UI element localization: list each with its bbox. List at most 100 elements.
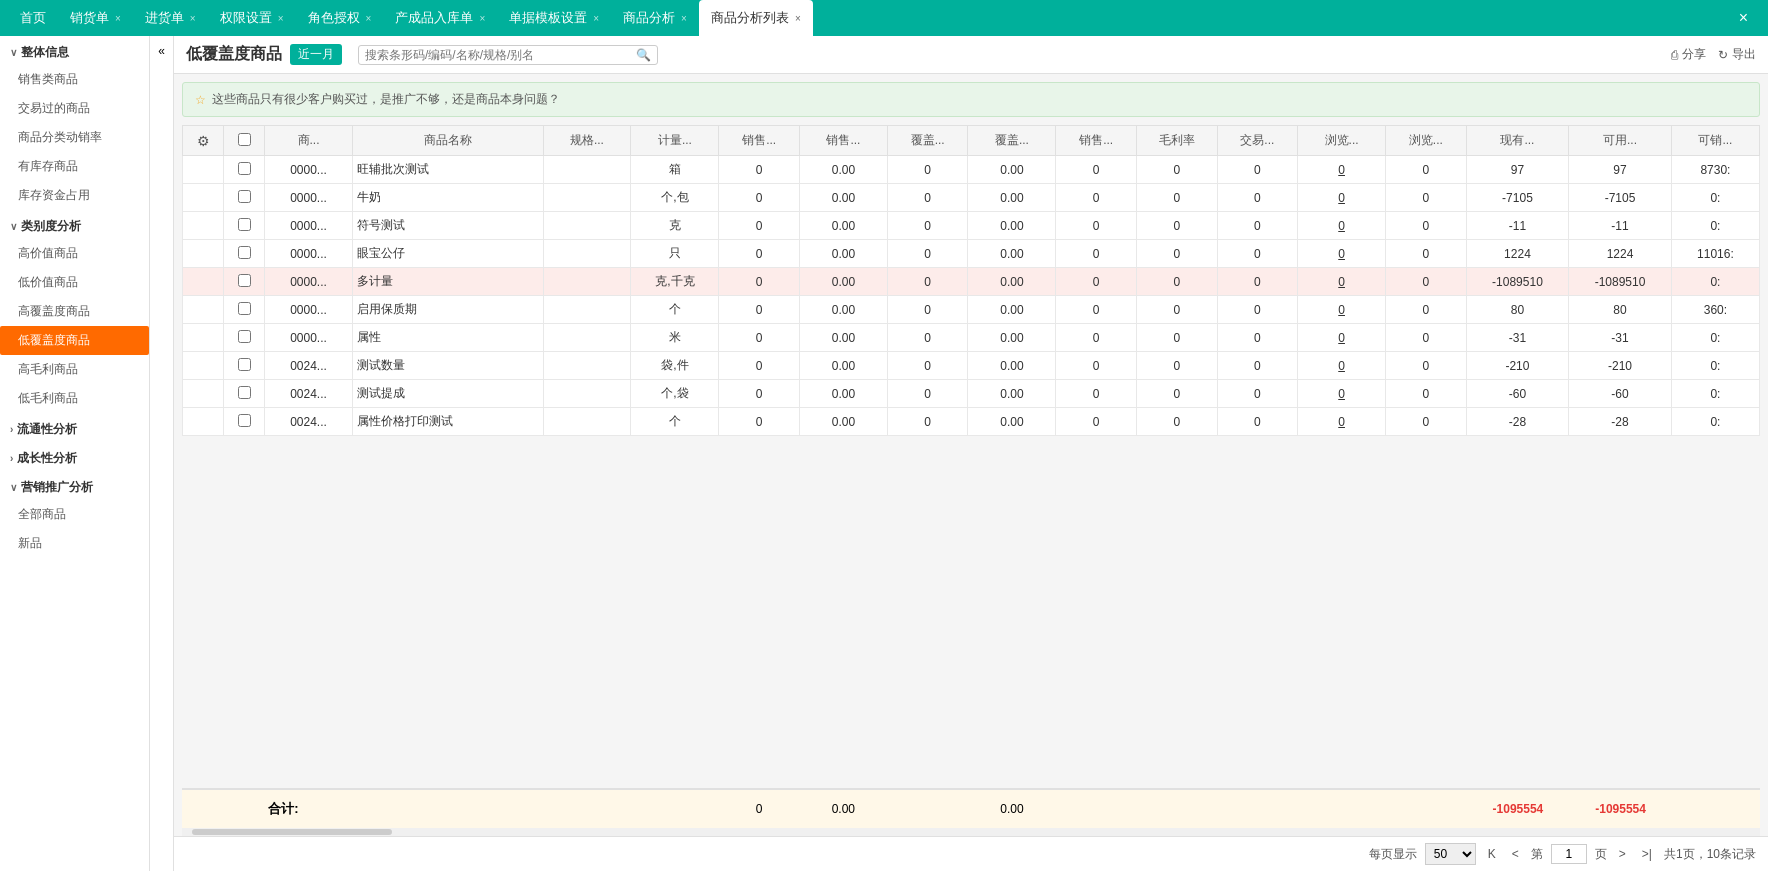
- browse1-link-5[interactable]: 0: [1338, 303, 1345, 317]
- nav-role-auth[interactable]: 角色授权 ×: [296, 0, 384, 36]
- sidebar-item-sales-goods[interactable]: 销售类商品: [0, 65, 149, 94]
- col-header-margin[interactable]: 毛利率: [1136, 126, 1217, 156]
- col-header-current[interactable]: 现有...: [1466, 126, 1569, 156]
- close-purchase-icon[interactable]: ×: [190, 13, 196, 24]
- browse1-link-4[interactable]: 0: [1338, 275, 1345, 289]
- sidebar-item-low-margin[interactable]: 低毛利商品: [0, 384, 149, 413]
- scroll-thumb[interactable]: [192, 829, 392, 835]
- search-input[interactable]: [365, 48, 636, 62]
- sidebar-item-high-margin[interactable]: 高毛利商品: [0, 355, 149, 384]
- row-settings-7[interactable]: [183, 352, 224, 380]
- col-header-transaction[interactable]: 交易...: [1217, 126, 1298, 156]
- browse1-link-0[interactable]: 0: [1338, 163, 1345, 177]
- row-browse1-9[interactable]: 0: [1298, 408, 1386, 436]
- row-check-5[interactable]: [224, 296, 265, 324]
- nav-goods-analysis[interactable]: 商品分析 ×: [611, 0, 699, 36]
- last-page-button[interactable]: >|: [1638, 845, 1656, 863]
- row-checkbox-8[interactable]: [238, 386, 251, 399]
- sidebar-group-marketing[interactable]: ∨ 营销推广分析: [0, 471, 149, 500]
- sidebar-item-inventory-capital[interactable]: 库存资金占用: [0, 181, 149, 210]
- window-close-button[interactable]: ×: [1727, 9, 1760, 27]
- row-browse1-4[interactable]: 0: [1298, 268, 1386, 296]
- col-header-spec[interactable]: 规格...: [543, 126, 631, 156]
- sidebar-item-all-goods[interactable]: 全部商品: [0, 500, 149, 529]
- first-page-button[interactable]: K: [1484, 845, 1500, 863]
- row-check-2[interactable]: [224, 212, 265, 240]
- browse1-link-2[interactable]: 0: [1338, 219, 1345, 233]
- close-permissions-icon[interactable]: ×: [278, 13, 284, 24]
- row-browse1-5[interactable]: 0: [1298, 296, 1386, 324]
- row-browse1-3[interactable]: 0: [1298, 240, 1386, 268]
- col-header-cover2[interactable]: 覆盖...: [968, 126, 1056, 156]
- row-checkbox-9[interactable]: [238, 414, 251, 427]
- nav-goods-analysis-list[interactable]: 商品分析列表 ×: [699, 0, 813, 36]
- nav-product-storage[interactable]: 产成品入库单 ×: [383, 0, 497, 36]
- nav-purchase[interactable]: 进货单 ×: [133, 0, 208, 36]
- row-checkbox-6[interactable]: [238, 330, 251, 343]
- export-button[interactable]: ↻ 导出: [1718, 46, 1756, 63]
- row-check-1[interactable]: [224, 184, 265, 212]
- sidebar-item-new-goods[interactable]: 新品: [0, 529, 149, 558]
- row-settings-8[interactable]: [183, 380, 224, 408]
- col-header-cover1[interactable]: 覆盖...: [887, 126, 968, 156]
- row-check-0[interactable]: [224, 156, 265, 184]
- col-header-sales3[interactable]: 销售...: [1056, 126, 1137, 156]
- next-page-button[interactable]: >: [1615, 845, 1630, 863]
- row-checkbox-1[interactable]: [238, 190, 251, 203]
- browse1-link-9[interactable]: 0: [1338, 415, 1345, 429]
- row-checkbox-5[interactable]: [238, 302, 251, 315]
- page-size-select[interactable]: 50 10 20 100: [1425, 843, 1476, 865]
- row-checkbox-4[interactable]: [238, 274, 251, 287]
- nav-permissions[interactable]: 权限设置 ×: [208, 0, 296, 36]
- nav-home[interactable]: 首页: [8, 0, 58, 36]
- share-button[interactable]: ⎙ 分享: [1671, 46, 1706, 63]
- row-check-7[interactable]: [224, 352, 265, 380]
- row-browse1-0[interactable]: 0: [1298, 156, 1386, 184]
- sidebar-item-low-value[interactable]: 低价值商品: [0, 268, 149, 297]
- row-browse1-2[interactable]: 0: [1298, 212, 1386, 240]
- row-settings-4[interactable]: [183, 268, 224, 296]
- col-header-sales-qty[interactable]: 销售...: [719, 126, 800, 156]
- close-sales-icon[interactable]: ×: [115, 13, 121, 24]
- row-check-9[interactable]: [224, 408, 265, 436]
- browse1-link-3[interactable]: 0: [1338, 247, 1345, 261]
- row-settings-2[interactable]: [183, 212, 224, 240]
- col-header-name[interactable]: 商品名称: [352, 126, 543, 156]
- sidebar-item-high-coverage[interactable]: 高覆盖度商品: [0, 297, 149, 326]
- browse1-link-6[interactable]: 0: [1338, 331, 1345, 345]
- row-checkbox-7[interactable]: [238, 358, 251, 371]
- col-header-code[interactable]: 商...: [265, 126, 353, 156]
- page-input[interactable]: [1551, 844, 1587, 864]
- period-button[interactable]: 近一月: [290, 44, 342, 65]
- close-goods-analysis-list-icon[interactable]: ×: [795, 13, 801, 24]
- row-settings-6[interactable]: [183, 324, 224, 352]
- settings-icon[interactable]: ⚙: [197, 133, 210, 149]
- sidebar-group-liquidity[interactable]: › 流通性分析: [0, 413, 149, 442]
- row-browse1-7[interactable]: 0: [1298, 352, 1386, 380]
- row-browse1-6[interactable]: 0: [1298, 324, 1386, 352]
- row-checkbox-3[interactable]: [238, 246, 251, 259]
- col-header-sales-amount[interactable]: 销售...: [799, 126, 887, 156]
- sidebar-item-high-value[interactable]: 高价值商品: [0, 239, 149, 268]
- col-header-unit[interactable]: 计量...: [631, 126, 719, 156]
- row-settings-5[interactable]: [183, 296, 224, 324]
- col-header-saleable[interactable]: 可销...: [1671, 126, 1759, 156]
- browse1-link-7[interactable]: 0: [1338, 359, 1345, 373]
- sidebar-item-traded-goods[interactable]: 交易过的商品: [0, 94, 149, 123]
- prev-page-button[interactable]: <: [1508, 845, 1523, 863]
- sidebar-group-overall[interactable]: ∨ 整体信息: [0, 36, 149, 65]
- col-header-browse1[interactable]: 浏览...: [1298, 126, 1386, 156]
- col-header-check[interactable]: [224, 126, 265, 156]
- nav-template-settings[interactable]: 单据模板设置 ×: [497, 0, 611, 36]
- row-settings-0[interactable]: [183, 156, 224, 184]
- row-checkbox-0[interactable]: [238, 162, 251, 175]
- table-scroll-bar[interactable]: [182, 828, 1760, 836]
- col-header-settings[interactable]: ⚙: [183, 126, 224, 156]
- close-template-settings-icon[interactable]: ×: [593, 13, 599, 24]
- row-browse1-1[interactable]: 0: [1298, 184, 1386, 212]
- search-icon[interactable]: 🔍: [636, 48, 651, 62]
- browse1-link-1[interactable]: 0: [1338, 191, 1345, 205]
- row-checkbox-2[interactable]: [238, 218, 251, 231]
- close-goods-analysis-icon[interactable]: ×: [681, 13, 687, 24]
- row-settings-1[interactable]: [183, 184, 224, 212]
